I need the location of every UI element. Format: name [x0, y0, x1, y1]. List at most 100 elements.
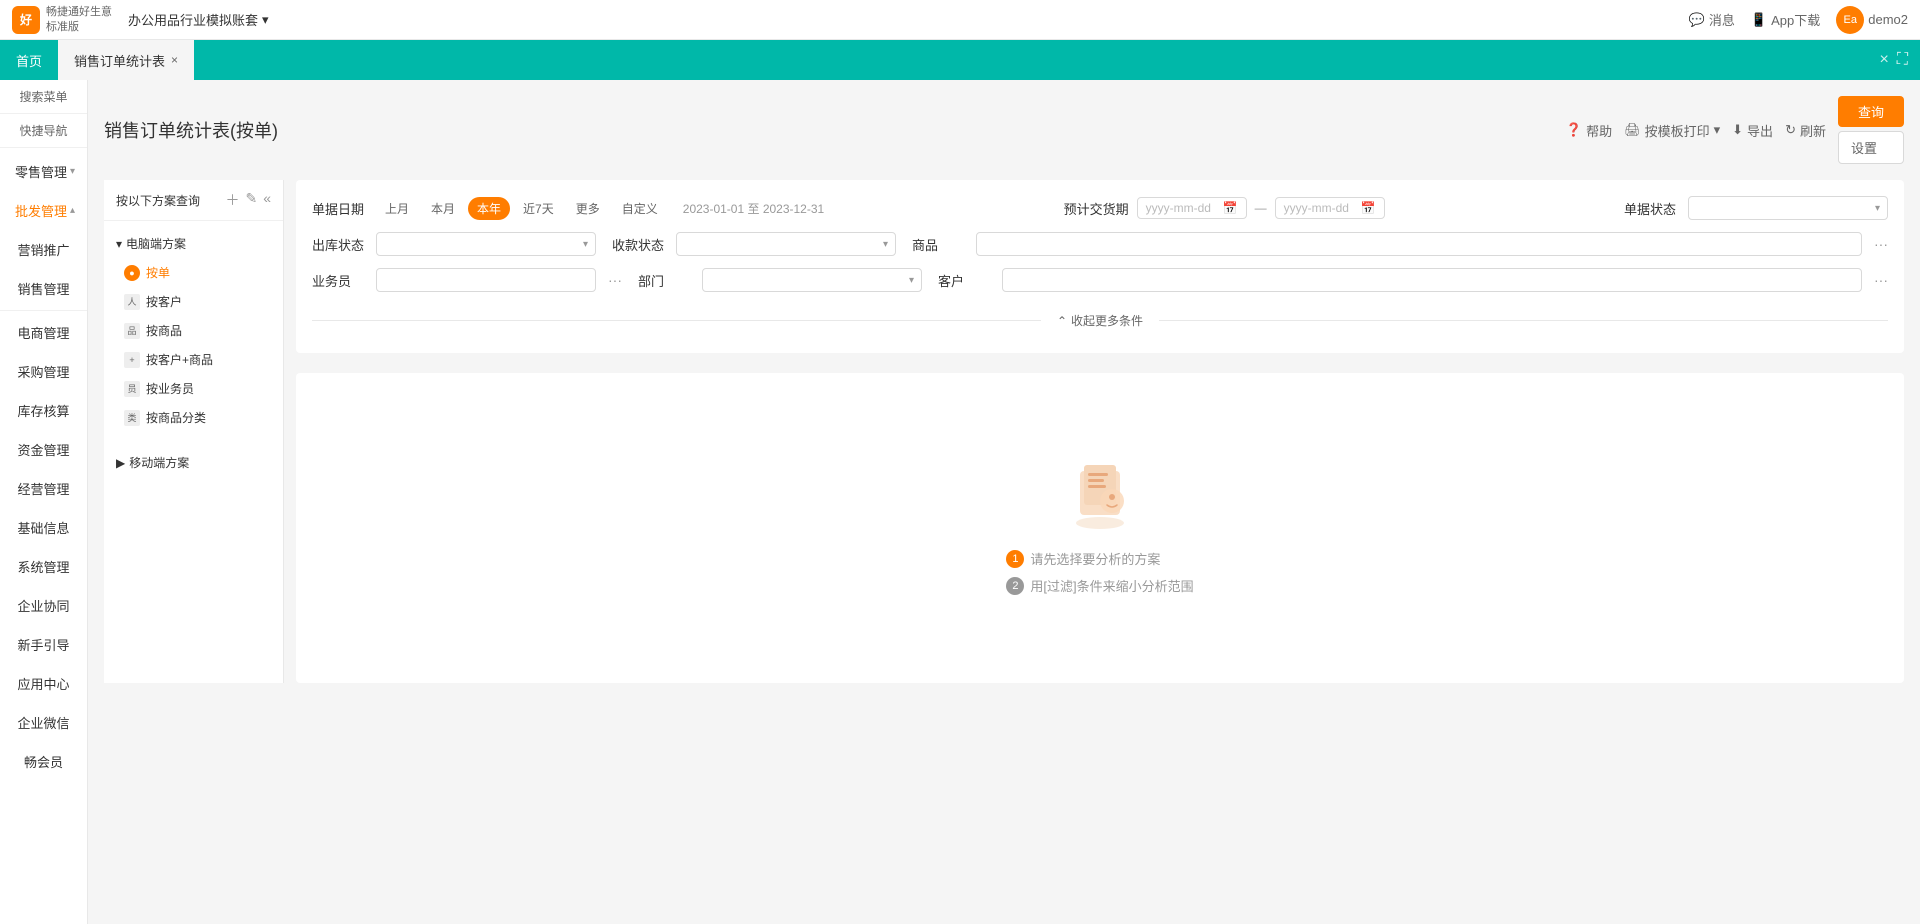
date-btn-more[interactable]: 更多 — [567, 197, 609, 220]
customer-input[interactable] — [1002, 268, 1862, 292]
sidebar-item-marketing[interactable]: 营销推广 — [0, 230, 87, 269]
export-button[interactable]: ⬇ 导出 — [1732, 121, 1773, 140]
edit-scheme-icon[interactable]: ✎ — [245, 190, 257, 210]
sidebar-item-wechat[interactable]: 企业微信 — [0, 703, 87, 742]
scheme-item-by-customer-goods[interactable]: + 按客户+商品 — [104, 345, 283, 374]
chevron-up-icon: ⌃ — [1057, 314, 1067, 328]
ship-status-select[interactable] — [376, 232, 596, 256]
chevron-down-icon: ▾ — [1714, 122, 1721, 138]
message-button[interactable]: 💬 消息 — [1689, 10, 1735, 29]
sidebar-item-enterprise[interactable]: 企业协同 — [0, 586, 87, 625]
minimize-icon[interactable]: × — [1879, 51, 1888, 69]
salesman-label: 业务员 — [312, 271, 368, 290]
collapse-line-right — [1159, 320, 1888, 321]
collapse-panel-icon[interactable]: « — [263, 190, 271, 210]
sidebar-item-ecommerce[interactable]: 电商管理 — [0, 313, 87, 352]
ship-status-select-wrapper — [376, 232, 596, 256]
sidebar-item-sales[interactable]: 销售管理 — [0, 269, 87, 308]
sidebar-item-system[interactable]: 系统管理 — [0, 547, 87, 586]
left-scheme-panel: 按以下方案查询 ＋ ✎ « ▾ 电脑端方案 ● — [104, 180, 284, 683]
pc-scheme-group[interactable]: ▾ 电脑端方案 — [104, 229, 283, 258]
scheme-item-by-category[interactable]: 类 按商品分类 — [104, 403, 283, 432]
customer-label: 客户 — [938, 271, 994, 290]
scheme-icon: 类 — [124, 410, 140, 426]
close-tab-icon[interactable]: × — [171, 53, 178, 67]
date-btn-custom[interactable]: 自定义 — [613, 197, 667, 220]
date-btn-this-year[interactable]: 本年 — [468, 197, 510, 220]
logo-text: 畅捷通好生意 标准版 — [46, 5, 112, 34]
sidebar-item-management[interactable]: 经营管理 — [0, 469, 87, 508]
sidebar-section: 零售管理 ▾ 批发管理 ▴ 营销推广 销售管理 电商管理 采购管理 库存核算 — [0, 148, 87, 785]
refresh-button[interactable]: ↻ 刷新 — [1785, 121, 1826, 140]
customer-more-icon[interactable]: ··· — [1874, 272, 1888, 288]
scheme-active-icon: ● — [124, 265, 140, 281]
print-button[interactable]: 🖨 按模板打印 ▾ — [1624, 121, 1720, 140]
date-filter-field: 单据日期 上月 本月 本年 近7天 更多 自定义 — [312, 197, 824, 220]
top-bar-right: 💬 消息 📱 App下载 Ea demo2 — [1689, 6, 1908, 34]
calendar-icon: 📅 — [1223, 201, 1238, 215]
avatar: Ea — [1836, 6, 1864, 34]
goods-more-icon[interactable]: ··· — [1874, 236, 1888, 252]
sidebar-item-retail[interactable]: 零售管理 ▾ — [0, 152, 87, 191]
pay-status-select-wrapper — [676, 232, 896, 256]
app-download-button[interactable]: 📱 App下载 — [1751, 10, 1820, 29]
tab-home[interactable]: 首页 — [0, 40, 58, 80]
sidebar-item-purchase[interactable]: 采购管理 — [0, 352, 87, 391]
scheme-item-by-goods[interactable]: 品 按商品 — [104, 316, 283, 345]
scheme-item-by-customer[interactable]: 人 按客户 — [104, 287, 283, 316]
expected-date-end[interactable]: yyyy-mm-dd 📅 — [1275, 197, 1385, 219]
calendar-icon: 📅 — [1361, 201, 1376, 215]
top-bar-left: 好 畅捷通好生意 标准版 办公用品行业模拟账套 ▾ — [12, 5, 269, 34]
sidebar-item-guide[interactable]: 新手引导 — [0, 625, 87, 664]
help-button[interactable]: ❓ 帮助 — [1566, 121, 1612, 140]
chevron-down-icon: ▾ — [116, 237, 122, 251]
quick-nav-item[interactable]: 快捷导航 — [0, 114, 87, 148]
date-shortcuts: 上月 本月 本年 近7天 更多 自定义 — [376, 197, 667, 220]
search-menu-item[interactable]: 搜索菜单 — [0, 80, 87, 114]
page-header: 销售订单统计表(按单) ❓ 帮助 🖨 按模板打印 ▾ ⬇ 导出 — [104, 96, 1904, 164]
user-profile[interactable]: Ea demo2 — [1836, 6, 1908, 34]
scheme-item-by-salesman[interactable]: 员 按业务员 — [104, 374, 283, 403]
status-select[interactable] — [1688, 196, 1888, 220]
main-filter-content: 单据日期 上月 本月 本年 近7天 更多 自定义 — [296, 180, 1904, 683]
empty-hint-2: 2 用[过滤]条件来缩小分析范围 — [1006, 576, 1193, 595]
salesman-more-icon[interactable]: ··· — [608, 272, 622, 288]
sidebar-item-basic-info[interactable]: 基础信息 — [0, 508, 87, 547]
mobile-scheme-group[interactable]: ▶ 移动端方案 — [104, 448, 283, 477]
date-separator: — — [1255, 201, 1267, 215]
expected-date-field: 预计交货期 yyyy-mm-dd 📅 — yyyy-mm-dd 📅 — [1064, 197, 1385, 219]
collapse-button[interactable]: ⌃ 收起更多条件 — [1049, 304, 1151, 337]
app-selector[interactable]: 办公用品行业模拟账套 ▾ — [128, 10, 269, 29]
date-btn-7days[interactable]: 近7天 — [514, 197, 563, 220]
logo-area: 好 畅捷通好生意 标准版 — [12, 5, 112, 34]
date-range-text: 2023-01-01 至 2023-12-31 — [683, 200, 824, 217]
sidebar-item-finance[interactable]: 资金管理 — [0, 430, 87, 469]
department-select[interactable] — [702, 268, 922, 292]
date-btn-last-month[interactable]: 上月 — [376, 197, 418, 220]
filter-row-status: 出库状态 收款状态 — [312, 232, 1888, 256]
expected-date-start[interactable]: yyyy-mm-dd 📅 — [1137, 197, 1247, 219]
export-icon: ⬇ — [1732, 122, 1743, 138]
empty-hint-1: 1 请先选择要分析的方案 — [1006, 549, 1193, 568]
settings-button[interactable]: 设置 — [1838, 131, 1904, 164]
date-btn-this-month[interactable]: 本月 — [422, 197, 464, 220]
query-button[interactable]: 查询 — [1838, 96, 1904, 127]
date-label: 单据日期 — [312, 199, 368, 218]
sidebar-item-inventory[interactable]: 库存核算 — [0, 391, 87, 430]
sidebar-item-vip[interactable]: 畅会员 — [0, 742, 87, 781]
department-field: 部门 — [638, 268, 922, 292]
salesman-input[interactable] — [376, 268, 596, 292]
tab-sales-statistics[interactable]: 销售订单统计表 × — [58, 40, 194, 80]
add-scheme-icon[interactable]: ＋ — [225, 190, 239, 210]
pay-status-select[interactable] — [676, 232, 896, 256]
sidebar-item-app-center[interactable]: 应用中心 — [0, 664, 87, 703]
download-icon: 📱 — [1751, 12, 1767, 28]
scheme-icon: 员 — [124, 381, 140, 397]
scheme-item-by-order[interactable]: ● 按单 — [104, 258, 283, 287]
sidebar-item-wholesale[interactable]: 批发管理 ▴ — [0, 191, 87, 230]
goods-input[interactable] — [976, 232, 1862, 256]
maximize-icon[interactable]: ⛶ — [1897, 51, 1908, 69]
empty-hints: 1 请先选择要分析的方案 2 用[过滤]条件来缩小分析范围 — [1006, 549, 1193, 603]
filter-area: 按以下方案查询 ＋ ✎ « ▾ 电脑端方案 ● — [104, 180, 1904, 683]
expected-date-label: 预计交货期 — [1064, 199, 1129, 218]
